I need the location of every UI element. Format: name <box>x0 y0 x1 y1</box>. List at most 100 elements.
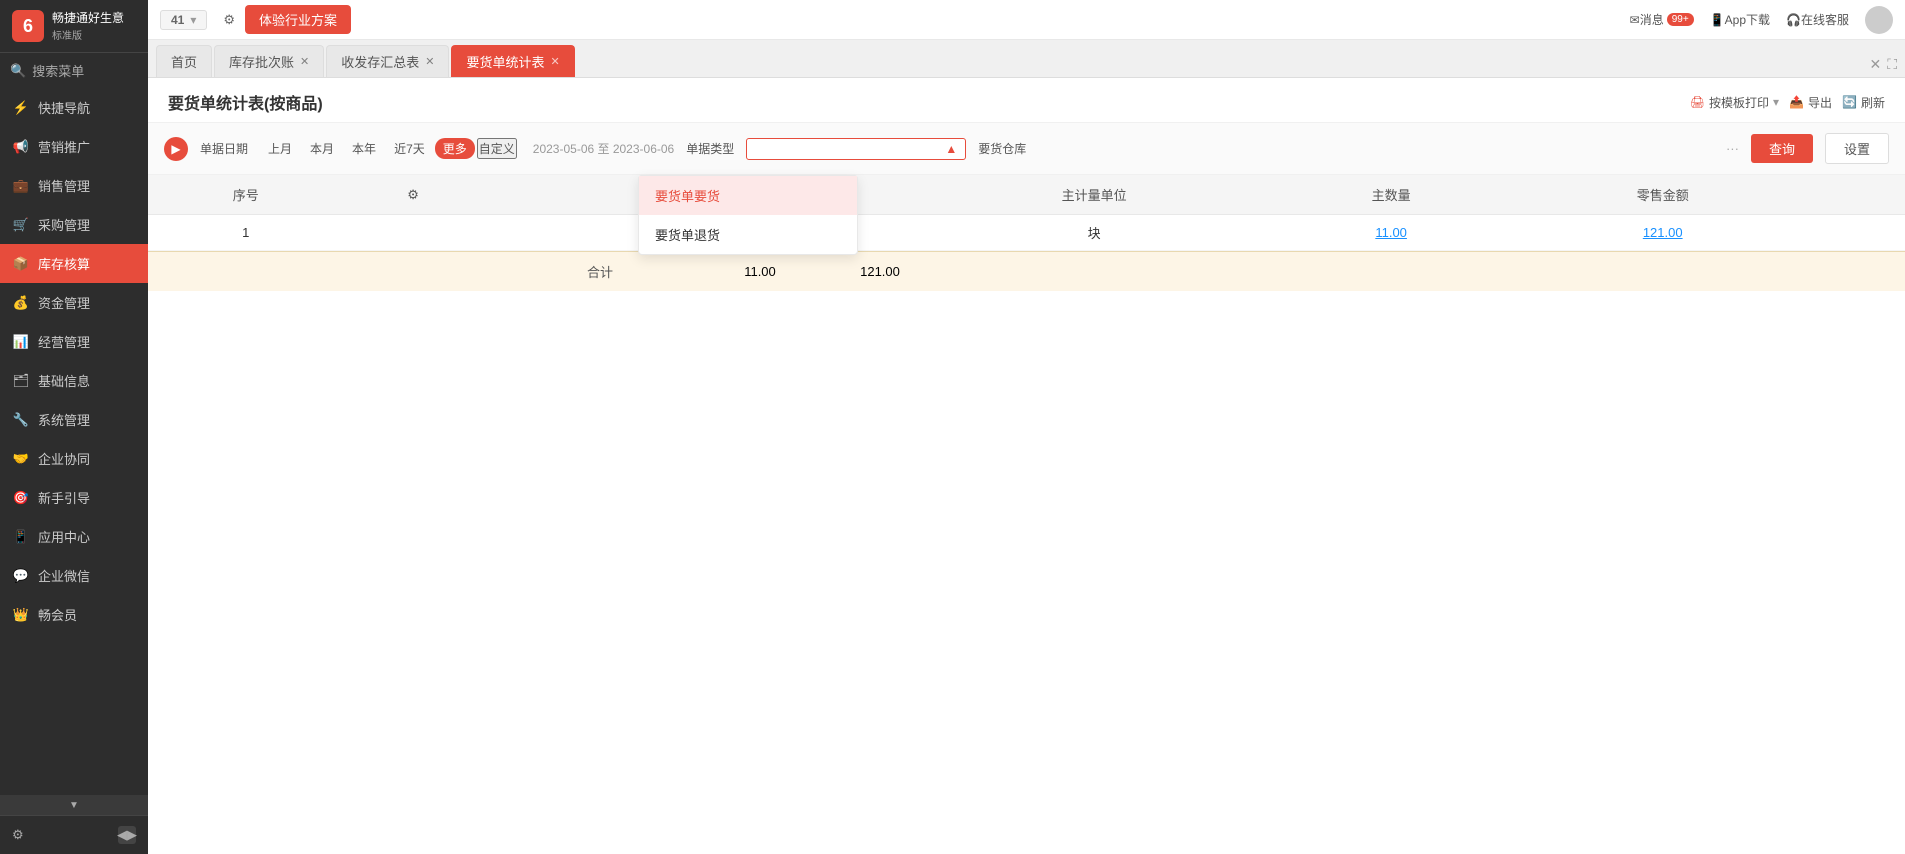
system-icon: 🔧 <box>12 412 30 428</box>
dropdown-item-order-return[interactable]: 要货单退货 <box>639 215 857 254</box>
sidebar-item-member[interactable]: 👑 畅会员 <box>0 595 148 634</box>
refresh-btn[interactable]: 🔄 刷新 <box>1842 94 1885 111</box>
sidebar-item-wechat[interactable]: 💬 企业微信 <box>0 556 148 595</box>
avatar[interactable] <box>1865 6 1893 34</box>
tab-order-stats-label: 要货单统计表 <box>466 52 544 71</box>
inventory-icon: 📦 <box>12 256 30 272</box>
sidebar-item-purchase[interactable]: 🛒 采购管理 <box>0 205 148 244</box>
trial-btn[interactable]: 体验行业方案 <box>245 5 351 34</box>
guide-icon: 🎯 <box>12 490 30 506</box>
date-range: 2023-05-06 至 2023-06-06 <box>533 140 674 157</box>
date-custom-btn[interactable]: 自定义 <box>477 138 517 159</box>
col-amount: 零售金额 <box>1514 175 1811 215</box>
table-footer: 合计 11.00 121.00 <box>148 251 1905 291</box>
tab-expand-icon[interactable]: ⛶ <box>1887 56 1897 73</box>
quick-nav-label: 快捷导航 <box>38 98 90 117</box>
date-7days-btn[interactable]: 近7天 <box>386 137 433 160</box>
collab-label: 企业协同 <box>38 449 90 468</box>
service-btn[interactable]: 🎧 在线客服 <box>1786 11 1849 28</box>
member-icon: 👑 <box>12 607 30 623</box>
sidebar-item-basic[interactable]: 🗂 基础信息 <box>0 361 148 400</box>
date-year-btn[interactable]: 本年 <box>344 137 384 160</box>
main-content: 41 ▾ ⚙ 体验行业方案 ✉ 消息 99+ 📱 App下载 🎧 在线客服 <box>148 0 1905 854</box>
guide-label: 新手引导 <box>38 488 90 507</box>
tab-receipt-summary[interactable]: 收发存汇总表 ✕ <box>326 45 449 77</box>
tab-receipt-summary-close[interactable]: ✕ <box>425 55 434 68</box>
apps-label: 应用中心 <box>38 527 90 546</box>
sidebar-item-collab[interactable]: 🤝 企业协同 <box>0 439 148 478</box>
app-download-btn[interactable]: 📱 App下载 <box>1710 11 1770 28</box>
cell-extra <box>1811 215 1905 251</box>
footer-amount: 121.00 <box>820 264 940 279</box>
table-header-row: 序号 ⚙ 商品 主计量单位 主数量 <box>148 175 1905 215</box>
date-more-btn[interactable]: 更多 <box>435 138 475 159</box>
settings-footer-icon[interactable]: ⚙ <box>12 827 24 843</box>
print-btn[interactable]: 🖨 按模板打印 ▾ <box>1690 94 1779 111</box>
tag-count-btn[interactable]: 41 ▾ <box>160 10 207 30</box>
app-label: App下载 <box>1725 11 1770 28</box>
page-header: 要货单统计表(按商品) 🖨 按模板打印 ▾ 📤 导出 🔄 刷新 <box>148 78 1905 123</box>
col-unit: 主计量单位 <box>920 175 1268 215</box>
sales-icon: 💼 <box>12 178 30 194</box>
message-btn[interactable]: ✉ 消息 99+ <box>1630 11 1694 28</box>
dropdown-item-order-goods[interactable]: 要货单要货 <box>639 176 857 215</box>
tab-inventory-batch[interactable]: 库存批次账 ✕ <box>214 45 324 77</box>
col-no: 序号 <box>148 175 343 215</box>
dropdown-order-goods-label: 要货单要货 <box>655 189 720 204</box>
basic-label: 基础信息 <box>38 371 90 390</box>
type-select[interactable]: ▲ <box>746 138 966 160</box>
apps-icon: 📱 <box>12 529 30 545</box>
tab-close-all-icon[interactable]: ✕ <box>1869 56 1881 73</box>
col-extra <box>1811 175 1905 215</box>
sidebar-item-guide[interactable]: 🎯 新手引导 <box>0 478 148 517</box>
business-icon: 📊 <box>12 334 30 350</box>
finance-label: 资金管理 <box>38 293 90 312</box>
date-label: 单据日期 <box>200 140 248 157</box>
member-label: 畅会员 <box>38 605 77 624</box>
phone-icon: 📱 <box>1710 13 1725 27</box>
type-chevron-up-icon: ▲ <box>945 142 957 156</box>
tab-home[interactable]: 首页 <box>156 45 212 77</box>
topbar-right: ✉ 消息 99+ 📱 App下载 🎧 在线客服 <box>1630 6 1893 34</box>
sidebar-item-system[interactable]: 🔧 系统管理 <box>0 400 148 439</box>
date-current-btn[interactable]: 本月 <box>302 137 342 160</box>
query-btn[interactable]: 查询 <box>1751 134 1813 163</box>
sidebar-item-marketing[interactable]: 📢 营销推广 <box>0 127 148 166</box>
sidebar-item-apps[interactable]: 📱 应用中心 <box>0 517 148 556</box>
data-table: 序号 ⚙ 商品 主计量单位 主数量 <box>148 175 1905 251</box>
export-btn[interactable]: 📤 导出 <box>1789 94 1832 111</box>
search-icon: 🔍 <box>10 63 26 79</box>
table-container: 序号 ⚙ 商品 主计量单位 主数量 <box>148 175 1905 251</box>
marketing-icon: 📢 <box>12 139 30 155</box>
filter-settings-btn[interactable]: 设置 <box>1825 133 1889 164</box>
tab-inventory-batch-close[interactable]: ✕ <box>300 55 309 68</box>
topbar: 41 ▾ ⚙ 体验行业方案 ✉ 消息 99+ 📱 App下载 🎧 在线客服 <box>148 0 1905 40</box>
sidebar-search-label: 搜索菜单 <box>32 61 84 80</box>
col-settings[interactable]: ⚙ <box>343 175 482 215</box>
quick-nav-icon: ⚡ <box>12 100 30 116</box>
tab-order-stats-close[interactable]: ✕ <box>551 55 560 68</box>
purchase-icon: 🛒 <box>12 217 30 233</box>
filter-more-icon[interactable]: ··· <box>1726 141 1739 156</box>
sidebar-item-finance[interactable]: 💰 资金管理 <box>0 283 148 322</box>
export-icon: 📤 <box>1789 95 1804 109</box>
collapse-btn[interactable]: ◀▶ <box>118 826 136 844</box>
footer-total-label: 合计 <box>500 262 700 281</box>
type-label: 单据类型 <box>686 140 734 157</box>
footer-qty: 11.00 <box>700 264 820 279</box>
filter-expand-btn[interactable]: ▶ <box>164 137 188 161</box>
sidebar-item-sales[interactable]: 💼 销售管理 <box>0 166 148 205</box>
finance-icon: 💰 <box>12 295 30 311</box>
sidebar-item-quick-nav[interactable]: ⚡ 快捷导航 <box>0 88 148 127</box>
sidebar-item-inventory[interactable]: 📦 库存核算 <box>0 244 148 283</box>
sidebar-search[interactable]: 🔍 搜索菜单 <box>0 53 148 88</box>
date-up-btn[interactable]: 上月 <box>260 137 300 160</box>
sidebar-scroll-down[interactable]: ▼ <box>0 795 148 815</box>
print-label: 按模板打印 <box>1709 94 1769 111</box>
sidebar-item-business[interactable]: 📊 经营管理 <box>0 322 148 361</box>
tab-order-stats[interactable]: 要货单统计表 ✕ <box>451 45 574 77</box>
cell-amount: 121.00 <box>1514 215 1811 251</box>
topbar-settings-icon[interactable]: ⚙ <box>223 12 235 28</box>
refresh-label: 刷新 <box>1861 94 1885 111</box>
dropdown-order-return-label: 要货单退货 <box>655 228 720 243</box>
